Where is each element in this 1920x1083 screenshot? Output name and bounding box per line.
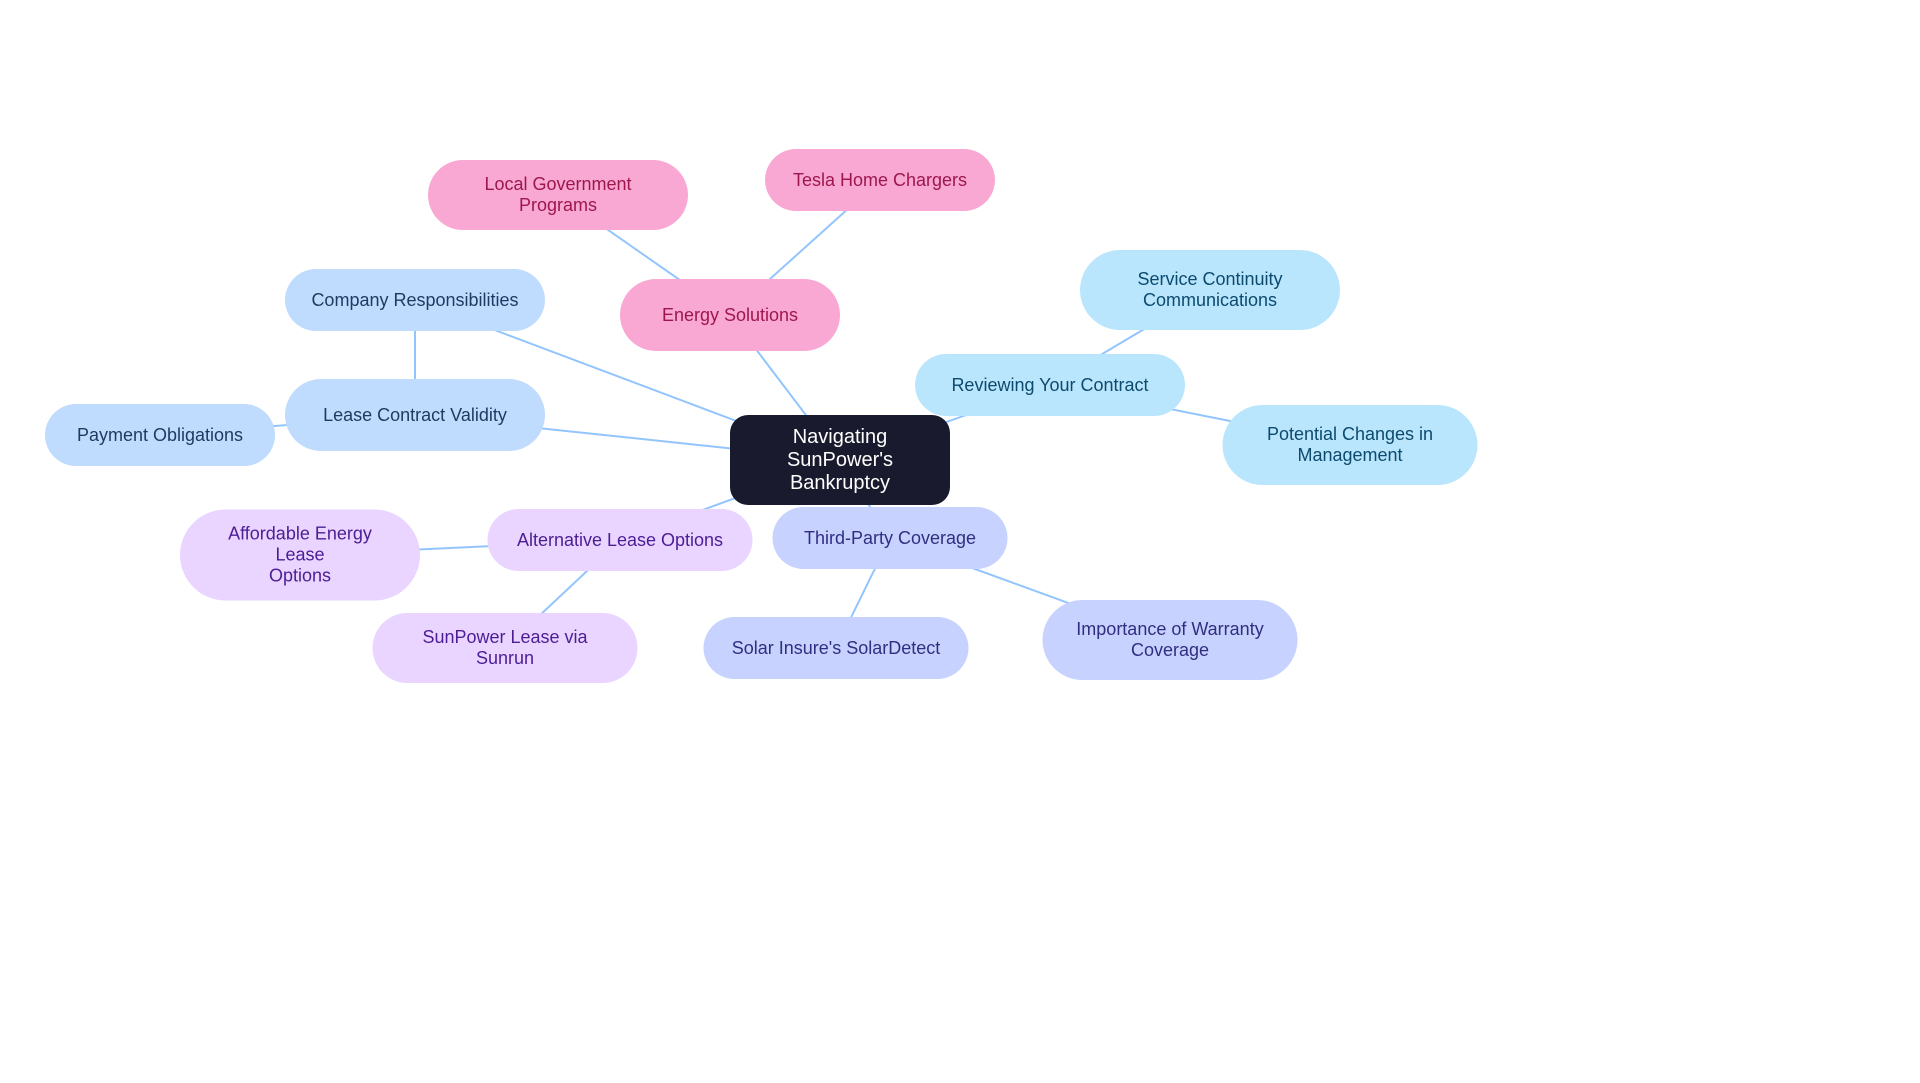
mindmap-container: Navigating SunPower's Bankruptcy Energy S… bbox=[0, 0, 1920, 1083]
node-service-continuity[interactable]: Service ContinuityCommunications bbox=[1080, 250, 1340, 330]
node-alternative-lease[interactable]: Alternative Lease Options bbox=[488, 509, 753, 571]
node-reviewing-contract[interactable]: Reviewing Your Contract bbox=[915, 354, 1185, 416]
node-potential-changes[interactable]: Potential Changes inManagement bbox=[1223, 405, 1478, 485]
node-tesla-chargers[interactable]: Tesla Home Chargers bbox=[765, 149, 995, 211]
node-affordable-energy[interactable]: Affordable Energy LeaseOptions bbox=[180, 510, 420, 601]
node-payment-oblig[interactable]: Payment Obligations bbox=[45, 404, 275, 466]
node-sunpower-lease[interactable]: SunPower Lease via Sunrun bbox=[373, 613, 638, 683]
node-lease-validity[interactable]: Lease Contract Validity bbox=[285, 379, 545, 451]
center-node[interactable]: Navigating SunPower's Bankruptcy bbox=[730, 415, 950, 505]
node-local-govt[interactable]: Local Government Programs bbox=[428, 160, 688, 230]
node-company-resp[interactable]: Company Responsibilities bbox=[285, 269, 545, 331]
node-warranty-coverage[interactable]: Importance of WarrantyCoverage bbox=[1043, 600, 1298, 680]
node-third-party[interactable]: Third-Party Coverage bbox=[773, 507, 1008, 569]
node-energy-solutions[interactable]: Energy Solutions bbox=[620, 279, 840, 351]
node-solar-insure[interactable]: Solar Insure's SolarDetect bbox=[704, 617, 969, 679]
